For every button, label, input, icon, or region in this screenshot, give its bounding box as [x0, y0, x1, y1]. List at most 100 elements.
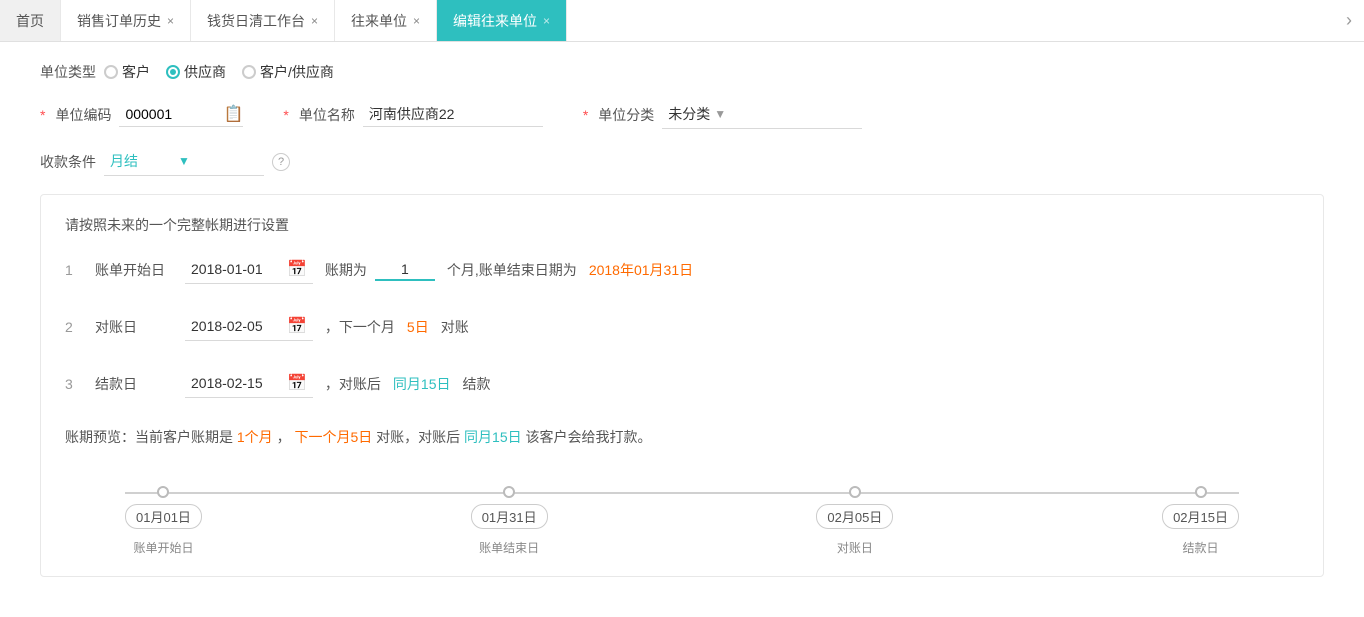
tab-more-button[interactable]: › — [1334, 10, 1364, 31]
tl-dot-2 — [503, 486, 515, 498]
row3-desc-prefix: ，对账后 — [325, 374, 381, 394]
tl-box-3: 02月05日 — [816, 504, 893, 529]
unit-type-row: 单位类型 客户 供应商 客户/供应商 — [40, 62, 1324, 82]
row2-num: 2 — [65, 319, 95, 335]
radio-both-label: 客户/供应商 — [260, 62, 334, 82]
reconcile-date-input-wrap: 📅 — [185, 312, 313, 341]
tl-box-4: 02月15日 — [1162, 504, 1239, 529]
row1-label: 账单开始日 — [95, 260, 185, 280]
payment-terms-help-icon[interactable]: ? — [272, 153, 290, 171]
start-date-input[interactable] — [191, 261, 281, 277]
copy-icon[interactable]: 📋 — [223, 104, 243, 124]
unit-code-field: * 单位编码 📋 — [40, 102, 243, 127]
radio-customer-circle — [104, 65, 118, 79]
tl-sub-2: 账单结束日 — [479, 539, 539, 556]
tab-partner-close[interactable]: × — [413, 14, 420, 28]
start-date-input-wrap: 📅 — [185, 255, 313, 284]
row1-desc-suffix: 个月,账单结束日期为 — [447, 260, 577, 280]
preview-row: 账期预览：当前客户账期是 1个月 ， 下一个月5日 对账，对账后 同月15日 该… — [65, 426, 1299, 448]
billing-period-section: 请按照未来的一个完整帐期进行设置 1 账单开始日 📅 账期为 个月,账单结束日期… — [40, 194, 1324, 577]
unit-type-label: 单位类型 — [40, 62, 96, 82]
payment-terms-label: 收款条件 — [40, 152, 96, 172]
tab-cashflow-label: 钱货日清工作台 — [207, 11, 305, 31]
tab-edit-partner-label: 编辑往来单位 — [453, 11, 537, 31]
tl-dot-3 — [849, 486, 861, 498]
tab-cashflow[interactable]: 钱货日清工作台 × — [191, 0, 335, 41]
tab-sales-history-close[interactable]: × — [167, 14, 174, 28]
tl-box-1: 01月01日 — [125, 504, 202, 529]
payment-date-row: 3 结款日 📅 ，对账后 同月15日 结款 — [65, 369, 1299, 398]
payment-terms-chevron-icon: ▼ — [178, 154, 190, 168]
start-date-cal-icon[interactable]: 📅 — [287, 259, 307, 279]
start-date-row: 1 账单开始日 📅 账期为 个月,账单结束日期为 2018年01月31日 — [65, 255, 1299, 284]
timeline-point-4: 02月15日 结款日 — [1162, 472, 1239, 556]
unit-name-label: 单位名称 — [299, 105, 355, 125]
reconcile-date-input[interactable] — [191, 318, 281, 334]
tl-sub-1: 账单开始日 — [133, 539, 193, 556]
payment-terms-select[interactable]: 月结 ▼ — [104, 147, 264, 176]
row2-desc-suffix: 对账 — [441, 317, 469, 337]
unit-type-field: 单位类型 客户 供应商 客户/供应商 — [40, 62, 334, 82]
timeline-point-3: 02月05日 对账日 — [816, 472, 893, 556]
row2-highlight: 5日 — [407, 317, 429, 337]
radio-both-circle — [242, 65, 256, 79]
row2-label: 对账日 — [95, 317, 185, 337]
timeline-point-2: 01月31日 账单结束日 — [471, 472, 548, 556]
unit-class-label: 单位分类 — [598, 105, 654, 125]
tab-partner[interactable]: 往来单位 × — [335, 0, 437, 41]
payment-terms-field: 收款条件 月结 ▼ ? — [40, 147, 290, 176]
preview-part2: 下一个月5日 — [294, 429, 372, 445]
radio-supplier-label: 供应商 — [184, 62, 226, 82]
row3-desc-suffix: 结款 — [463, 374, 491, 394]
unit-info-row: * 单位编码 📋 * 单位名称 * 单位分类 未分类 ▼ — [40, 100, 1324, 129]
unit-code-label: 单位编码 — [55, 105, 111, 125]
unit-class-chevron-icon: ▼ — [714, 107, 726, 121]
radio-both[interactable]: 客户/供应商 — [242, 62, 334, 82]
tl-sub-3: 对账日 — [837, 539, 873, 556]
unit-name-input[interactable] — [363, 102, 543, 127]
payment-date-input[interactable] — [191, 375, 281, 391]
tab-sales-history[interactable]: 销售订单历史 × — [61, 0, 191, 41]
payment-date-input-wrap: 📅 — [185, 369, 313, 398]
payment-date-cal-icon[interactable]: 📅 — [287, 373, 307, 393]
row2-desc-prefix: ，下一个月 — [325, 317, 395, 337]
reconcile-date-row: 2 对账日 📅 ，下一个月 5日 对账 — [65, 312, 1299, 341]
timeline-wrapper: 01月01日 账单开始日 01月31日 账单结束日 02月05日 对账日 — [65, 472, 1299, 556]
tab-cashflow-close[interactable]: × — [311, 14, 318, 28]
period-input[interactable] — [375, 259, 435, 281]
unit-class-field: * 单位分类 未分类 ▼ — [583, 100, 862, 129]
unit-type-radio-group: 客户 供应商 客户/供应商 — [104, 62, 334, 82]
help-question-mark: ? — [278, 156, 284, 168]
payment-terms-row: 收款条件 月结 ▼ ? — [40, 147, 1324, 176]
tab-bar: 首页 销售订单历史 × 钱货日清工作台 × 往来单位 × 编辑往来单位 × › — [0, 0, 1364, 42]
unit-name-required: * — [283, 107, 288, 123]
timeline-point-1: 01月01日 账单开始日 — [125, 472, 202, 556]
unit-code-input-wrap: 📋 — [119, 102, 243, 127]
row3-highlight: 同月15日 — [393, 374, 451, 394]
preview-middle2: 对账，对账后 — [376, 429, 464, 445]
tab-sales-history-label: 销售订单历史 — [77, 11, 161, 31]
reconcile-date-cal-icon[interactable]: 📅 — [287, 316, 307, 336]
row1-end-date: 2018年01月31日 — [589, 260, 693, 280]
tl-dot-4 — [1195, 486, 1207, 498]
tl-dot-1 — [157, 486, 169, 498]
tab-home[interactable]: 首页 — [0, 0, 61, 41]
tab-edit-partner[interactable]: 编辑往来单位 × — [437, 0, 567, 41]
preview-part3: 同月15日 — [464, 429, 522, 445]
radio-customer[interactable]: 客户 — [104, 62, 150, 82]
tab-partner-label: 往来单位 — [351, 11, 407, 31]
tab-edit-partner-close[interactable]: × — [543, 14, 550, 28]
unit-class-select[interactable]: 未分类 ▼ — [662, 100, 862, 129]
row1-desc-prefix: 账期为 — [325, 260, 367, 280]
tl-box-2: 01月31日 — [471, 504, 548, 529]
radio-customer-label: 客户 — [122, 62, 150, 82]
row3-label: 结款日 — [95, 374, 185, 394]
row1-num: 1 — [65, 262, 95, 278]
unit-class-required: * — [583, 107, 588, 123]
radio-supplier[interactable]: 供应商 — [166, 62, 226, 82]
preview-middle1: ， — [277, 429, 291, 445]
payment-terms-value: 月结 — [110, 151, 138, 171]
tl-sub-4: 结款日 — [1183, 539, 1219, 556]
unit-code-input[interactable] — [119, 102, 219, 126]
unit-code-required: * — [40, 107, 45, 123]
